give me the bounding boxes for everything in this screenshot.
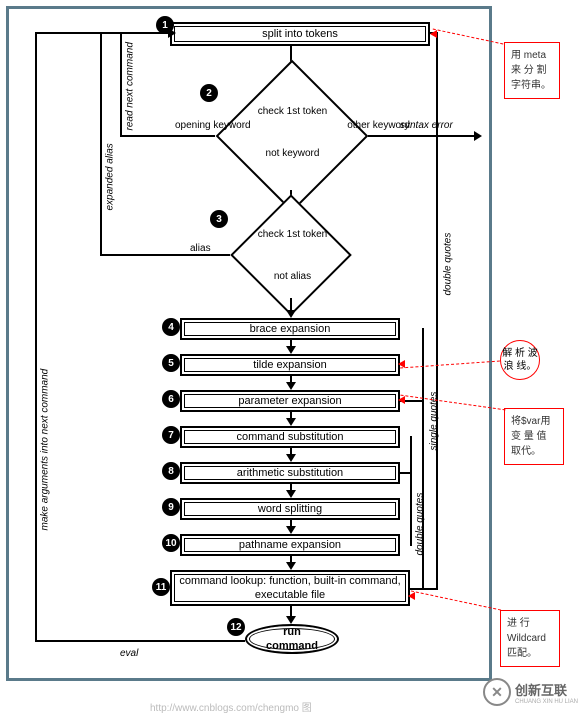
loop-make-h2 [35,32,170,34]
d3a: check 1st token [258,229,327,240]
note-1: 用 meta 来 分 割 字符串。 [504,42,560,99]
s8: arithmetic substitution [237,466,343,480]
step-6-box: parameter expansion [180,390,400,412]
arrow-syntax-error-head [474,131,482,141]
arrow-3-4-head [286,310,296,318]
step-9-num: 9 [162,498,180,516]
step-3-text: check 1st token alias not alias [190,228,395,284]
loop-dq2-v [410,436,412,546]
note-3: 将$var用 变 量 值 取代。 [504,408,564,465]
s7: command substitution [237,430,344,444]
a1112h [286,616,296,624]
logo-icon: ✕ [483,678,511,706]
s11: command lookup: function, built-in comma… [175,574,405,603]
exp-alias-label: expanded alias [105,131,116,211]
loop-read-v [120,32,122,137]
brand-logo: ✕ 创新互联 CHUANG XIN HU LIAN [483,678,578,706]
note-4-arrow [408,592,415,600]
read-next-label: read next command [125,41,136,131]
dq2-label: double quotes [415,476,426,556]
step-1-label: split into tokens [262,27,338,41]
loop-dq-h [410,588,438,590]
loop-make-h [35,640,245,642]
step-10-box: pathname expansion [180,534,400,556]
loop-make-v [35,32,37,642]
sq-label: single quotes [429,371,440,451]
make-arg-label: make arguments into next command [40,341,51,531]
loop-alias-v [100,32,102,256]
a67h [286,418,296,426]
step-8-box: arithmetic substitution [180,462,400,484]
step-7-num: 7 [162,426,180,444]
a45h [286,346,296,354]
step-12-num: 12 [227,618,245,636]
brand-sub: CHUANG XIN HU LIAN [515,699,578,705]
d2a: check 1st token [258,106,327,117]
a910h [286,526,296,534]
s4: brace expansion [250,322,331,336]
s5: tilde expansion [253,358,326,372]
step-11-box: command lookup: function, built-in comma… [170,570,410,606]
eval-label: eval [120,648,138,659]
a78h [286,454,296,462]
step-9-box: word splitting [180,498,400,520]
step-11-num: 11 [152,578,170,596]
step-5-box: tilde expansion [180,354,400,376]
n2t: 解 析 波 浪 线。 [501,347,539,373]
step-12-box: run command [245,624,339,654]
syntax-error-label: syntax error [400,120,453,131]
s6: parameter expansion [238,394,341,408]
note-4: 进 行 Wildcard 匹配。 [500,610,560,667]
loop-dq-v [436,32,438,590]
s12a: run [283,625,301,639]
brand-name: 创新互联 [515,680,578,699]
step-4-box: brace expansion [180,318,400,340]
d2d: not keyword [266,148,320,159]
step-8-num: 8 [162,462,180,480]
note-2-arrow [398,360,405,368]
note-1-arrow [430,30,437,38]
note-3-arrow [398,396,405,404]
step-10-num: 10 [162,534,180,552]
d2b: opening keyword [175,119,251,133]
step-1-box: split into tokens [170,22,430,46]
step-5-num: 5 [162,354,180,372]
d3c: not alias [274,271,311,282]
step-7-box: command substitution [180,426,400,448]
note-2: 解 析 波 浪 线。 [500,340,540,380]
a56h [286,382,296,390]
step-2-text: check 1st token opening keyword other ke… [175,105,410,161]
step-3-num: 3 [210,210,228,228]
step-6-num: 6 [162,390,180,408]
loop-alias-h [100,254,230,256]
s10: pathname expansion [239,538,341,552]
s12b: command [266,639,318,653]
arrow-syntax-error [368,135,476,137]
a1011h [286,562,296,570]
dq-label: double quotes [443,216,454,296]
s9: word splitting [258,502,322,516]
watermark-url: http://www.cnblogs.com/chengmo 图 [150,699,312,714]
brand-text: 创新互联 CHUANG XIN HU LIAN [515,680,578,705]
step-4-num: 4 [162,318,180,336]
loop-read-h [120,135,215,137]
step-2-num: 2 [200,84,218,102]
a89h [286,490,296,498]
